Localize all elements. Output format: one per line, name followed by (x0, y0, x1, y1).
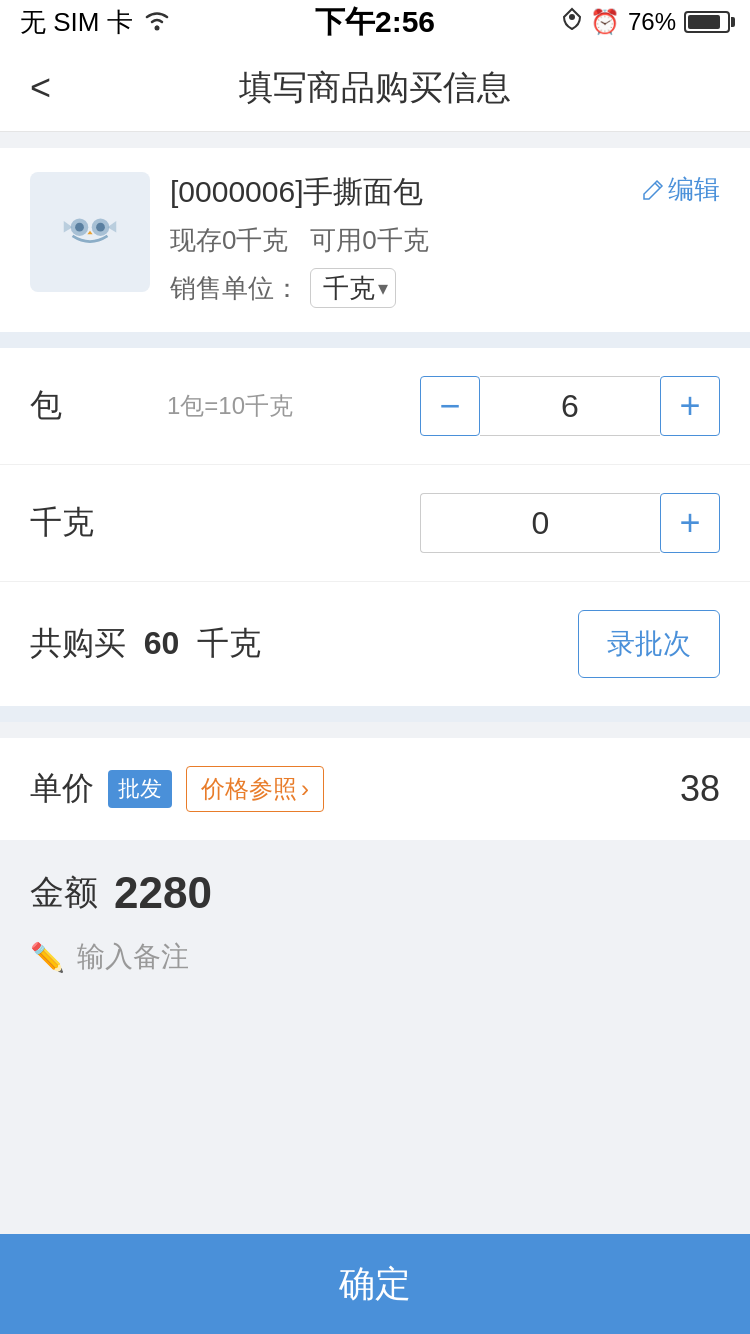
location-icon (562, 7, 582, 37)
product-section: [0000006]手撕面包 编辑 现存0千克 可用0千克 销售单位： 千克 (0, 148, 750, 332)
status-bar: 无 SIM 卡 下午2:56 ⏰ 76% (0, 0, 750, 44)
wifi-icon (143, 7, 171, 38)
amount-value: 2280 (114, 868, 212, 918)
kg-quantity-control: + (420, 493, 720, 553)
unit-select-wrap[interactable]: 千克 (310, 268, 396, 308)
kg-label: 千克 (30, 501, 225, 545)
kg-input-row: 千克 + (0, 465, 750, 582)
section-divider-2 (0, 706, 750, 722)
confirm-bar[interactable]: 确定 (0, 1234, 750, 1334)
edit-button[interactable]: 编辑 (642, 172, 720, 207)
price-label: 单价 (30, 767, 94, 811)
battery-icon (684, 11, 730, 33)
price-left: 单价 批发 价格参照 › (30, 766, 324, 812)
status-left: 无 SIM 卡 (20, 5, 171, 40)
price-row: 单价 批发 价格参照 › 38 (30, 766, 720, 812)
remark-row[interactable]: ✏️ 输入备注 (30, 938, 720, 996)
back-button[interactable]: < (30, 57, 61, 119)
bao-decrease-button[interactable]: − (420, 376, 480, 436)
svg-point-0 (154, 25, 159, 30)
svg-point-5 (96, 223, 105, 232)
product-stock: 现存0千克 可用0千克 (170, 223, 720, 258)
price-reference-button[interactable]: 价格参照 › (186, 766, 324, 812)
price-section: 单价 批发 价格参照 › 38 (0, 738, 750, 840)
amount-label: 金额 (30, 870, 98, 916)
status-right: ⏰ 76% (562, 7, 730, 37)
price-tag-batch: 批发 (108, 770, 172, 808)
amount-row: 金额 2280 (30, 868, 720, 918)
bao-increase-button[interactable]: + (660, 376, 720, 436)
product-info: [0000006]手撕面包 编辑 现存0千克 可用0千克 销售单位： 千克 (170, 172, 720, 308)
product-unit-row: 销售单位： 千克 (170, 268, 720, 308)
edit-remark-icon: ✏️ (30, 941, 65, 974)
bao-input-row: 包 1包=10千克 − + (0, 348, 750, 465)
total-text: 共购买 60 千克 (30, 622, 261, 666)
product-image (30, 172, 150, 292)
carrier-text: 无 SIM 卡 (20, 5, 133, 40)
kg-increase-button[interactable]: + (660, 493, 720, 553)
battery-percent: 76% (628, 8, 676, 36)
bao-input[interactable] (480, 376, 660, 436)
svg-point-4 (75, 223, 84, 232)
unit-label: 销售单位： (170, 271, 300, 306)
batch-button[interactable]: 录批次 (578, 610, 720, 678)
nav-bar: < 填写商品购买信息 (0, 44, 750, 132)
input-section: 包 1包=10千克 − + 千克 + (0, 348, 750, 582)
bao-conversion: 1包=10千克 (167, 390, 293, 422)
remark-placeholder: 输入备注 (77, 938, 189, 976)
price-value: 38 (680, 768, 720, 810)
section-divider-1 (0, 332, 750, 348)
confirm-button-label: 确定 (339, 1260, 411, 1309)
status-time: 下午2:56 (315, 2, 435, 43)
bao-label: 包 (30, 384, 157, 428)
page-title: 填写商品购买信息 (239, 65, 511, 111)
unit-select[interactable]: 千克 (310, 268, 396, 308)
product-name: [0000006]手撕面包 (170, 172, 632, 213)
kg-input[interactable] (420, 493, 660, 553)
alarm-icon: ⏰ (590, 8, 620, 36)
amount-section: 金额 2280 ✏️ 输入备注 (0, 840, 750, 996)
bao-quantity-control: − + (420, 376, 720, 436)
svg-marker-6 (87, 231, 92, 235)
svg-point-1 (569, 14, 575, 20)
total-row: 共购买 60 千克 录批次 (0, 582, 750, 706)
